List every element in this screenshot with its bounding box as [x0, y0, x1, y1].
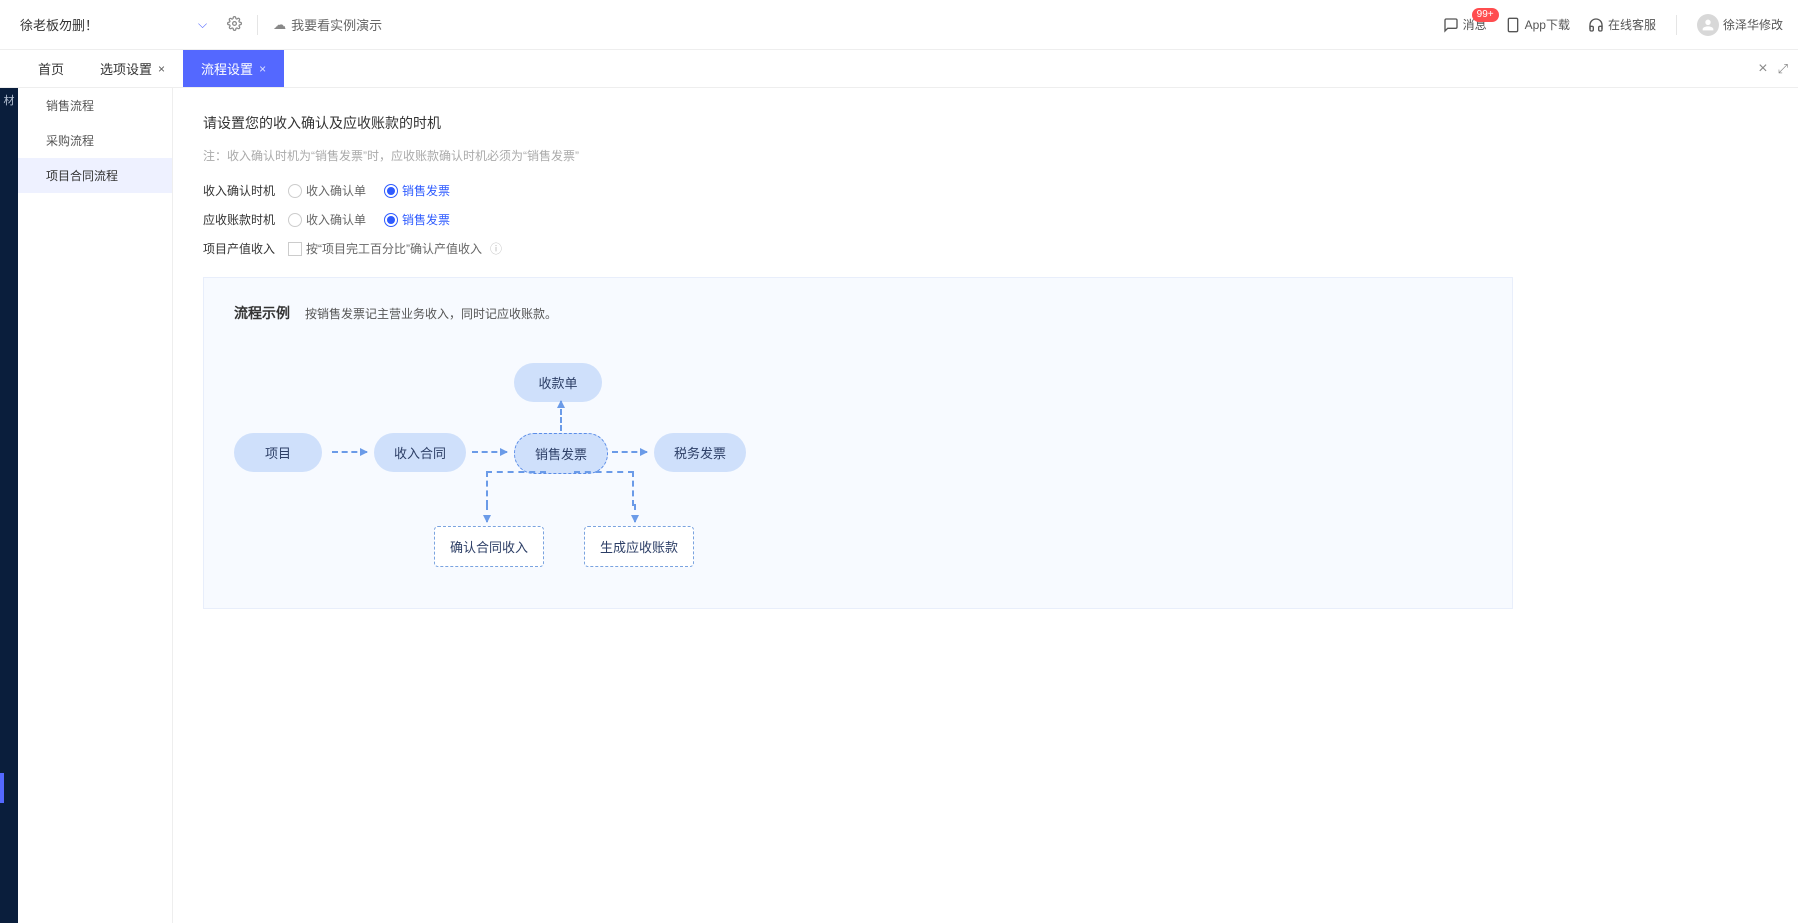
expand-icon[interactable]: ⤢ — [1778, 61, 1788, 77]
tab-label: 首页 — [38, 59, 64, 78]
node-sales-invoice: 销售发票 — [514, 433, 608, 474]
radio-text: 收入确认单 — [306, 182, 366, 199]
radio-icon — [384, 213, 398, 227]
sidebar-item-purchase[interactable]: 采购流程 — [18, 123, 172, 158]
tabs-bar: 首页 选项设置 × 流程设置 × × ⤢ — [0, 50, 1798, 88]
flow-title: 流程示例 — [234, 303, 290, 323]
node-income-contract: 收入合同 — [374, 433, 466, 472]
gear-icon[interactable] — [227, 16, 242, 34]
user-menu[interactable]: 徐泽华修改 — [1697, 14, 1783, 36]
radio-text: 销售发票 — [402, 182, 450, 199]
sidebar-item-sales[interactable]: 销售流程 — [18, 88, 172, 123]
close-icon[interactable]: × — [259, 62, 266, 76]
cloud-icon: ☁ — [273, 17, 286, 33]
radio-sales-invoice[interactable]: 销售发票 — [384, 182, 450, 199]
radio-income-confirm[interactable]: 收入确认单 — [288, 211, 366, 228]
header-right: 消息 99+ App下载 在线客服 徐泽华修改 — [1443, 14, 1783, 36]
tab-options[interactable]: 选项设置 × — [82, 50, 183, 87]
messages-button[interactable]: 消息 99+ — [1443, 16, 1487, 33]
radio-icon — [288, 213, 302, 227]
node-gen-receivable: 生成应收账款 — [584, 526, 694, 567]
divider — [1676, 15, 1677, 35]
radio-text: 销售发票 — [402, 211, 450, 228]
headset-icon — [1588, 17, 1604, 33]
flow-desc: 按销售发票记主营业务收入，同时记应收账款。 — [305, 305, 557, 322]
page-title: 请设置您的收入确认及应收账款的时机 — [203, 113, 1768, 133]
app-download-label: App下载 — [1525, 16, 1570, 33]
tab-process[interactable]: 流程设置 × — [183, 50, 284, 87]
radio-text: 收入确认单 — [306, 211, 366, 228]
radio-sales-invoice[interactable]: 销售发票 — [384, 211, 450, 228]
top-header: 徐老板勿删！ ⌵ ☁ 我要看实例演示 消息 99+ App下载 在线客服 徐泽华… — [0, 0, 1798, 50]
node-tax-invoice: 税务发票 — [654, 433, 746, 472]
username: 徐泽华修改 — [1723, 16, 1783, 33]
phone-icon — [1505, 17, 1521, 33]
note-text: 注：收入确认时机为“销售发票”时，应收账款确认时机必须为“销售发票” — [203, 147, 1768, 164]
setting-label: 收入确认时机 — [203, 182, 288, 199]
arrow-connector — [486, 471, 546, 506]
arrow-icon — [486, 504, 488, 522]
flow-header: 流程示例 按销售发票记主营业务收入，同时记应收账款。 — [234, 303, 1482, 323]
node-confirm-income: 确认合同收入 — [434, 526, 544, 567]
divider — [257, 15, 258, 35]
arrow-icon — [634, 504, 636, 522]
online-service-label: 在线客服 — [1608, 16, 1656, 33]
setting-label: 应收账款时机 — [203, 211, 288, 228]
demo-link-text: 我要看实例演示 — [291, 15, 382, 34]
chevron-down-icon: ⌵ — [198, 17, 207, 32]
arrow-icon — [560, 401, 562, 431]
arrow-icon — [612, 451, 647, 453]
messages-badge: 99+ — [1472, 8, 1499, 22]
app-download-button[interactable]: App下载 — [1505, 16, 1570, 33]
sidebar: 销售流程 采购流程 项目合同流程 — [18, 88, 173, 923]
checkbox-icon — [288, 242, 302, 256]
left-nav-strip[interactable]: 材 — [0, 88, 18, 923]
strip-label: 材 — [0, 88, 18, 108]
setting-label: 项目产值收入 — [203, 240, 288, 257]
node-receipt: 收款单 — [514, 363, 602, 402]
arrow-icon — [472, 451, 507, 453]
node-project: 项目 — [234, 433, 322, 472]
radio-icon — [384, 184, 398, 198]
tab-label: 选项设置 — [100, 59, 152, 78]
flow-diagram: 项目 收入合同 销售发票 税务发票 收款单 确认合同收入 生成应收账款 — [234, 348, 1482, 568]
setting-output-income: 项目产值收入 按“项目完工百分比”确认产值收入 ⓘ — [203, 240, 1768, 257]
company-name: 徐老板勿删！ — [20, 15, 190, 34]
main-area: 材 销售流程 采购流程 项目合同流程 请设置您的收入确认及应收账款的时机 注：收… — [0, 88, 1798, 923]
arrow-icon — [332, 451, 367, 453]
flow-example-box: 流程示例 按销售发票记主营业务收入，同时记应收账款。 项目 收入合同 销售发票 … — [203, 277, 1513, 609]
tabs-controls: × ⤢ — [1758, 50, 1798, 87]
tab-label: 流程设置 — [201, 59, 253, 78]
demo-link[interactable]: ☁ 我要看实例演示 — [273, 15, 382, 34]
message-icon — [1443, 17, 1459, 33]
setting-income-timing: 收入确认时机 收入确认单 销售发票 — [203, 182, 1768, 199]
online-service-button[interactable]: 在线客服 — [1588, 16, 1656, 33]
tab-home[interactable]: 首页 — [20, 50, 82, 87]
strip-active-marker — [0, 773, 4, 803]
checkbox-text: 按“项目完工百分比”确认产值收入 — [306, 240, 482, 257]
radio-income-confirm[interactable]: 收入确认单 — [288, 182, 366, 199]
sidebar-item-contract[interactable]: 项目合同流程 — [18, 158, 172, 193]
content-area: 请设置您的收入确认及应收账款的时机 注：收入确认时机为“销售发票”时，应收账款确… — [173, 88, 1798, 923]
help-icon[interactable]: ⓘ — [490, 240, 502, 257]
close-icon[interactable]: × — [158, 62, 165, 76]
radio-icon — [288, 184, 302, 198]
avatar-icon — [1697, 14, 1719, 36]
arrow-connector — [574, 471, 634, 506]
checkbox-pct-complete[interactable]: 按“项目完工百分比”确认产值收入 ⓘ — [288, 240, 502, 257]
setting-receivable-timing: 应收账款时机 收入确认单 销售发票 — [203, 211, 1768, 228]
company-selector[interactable]: 徐老板勿删！ ⌵ — [20, 15, 222, 34]
close-all-icon[interactable]: × — [1758, 60, 1767, 78]
